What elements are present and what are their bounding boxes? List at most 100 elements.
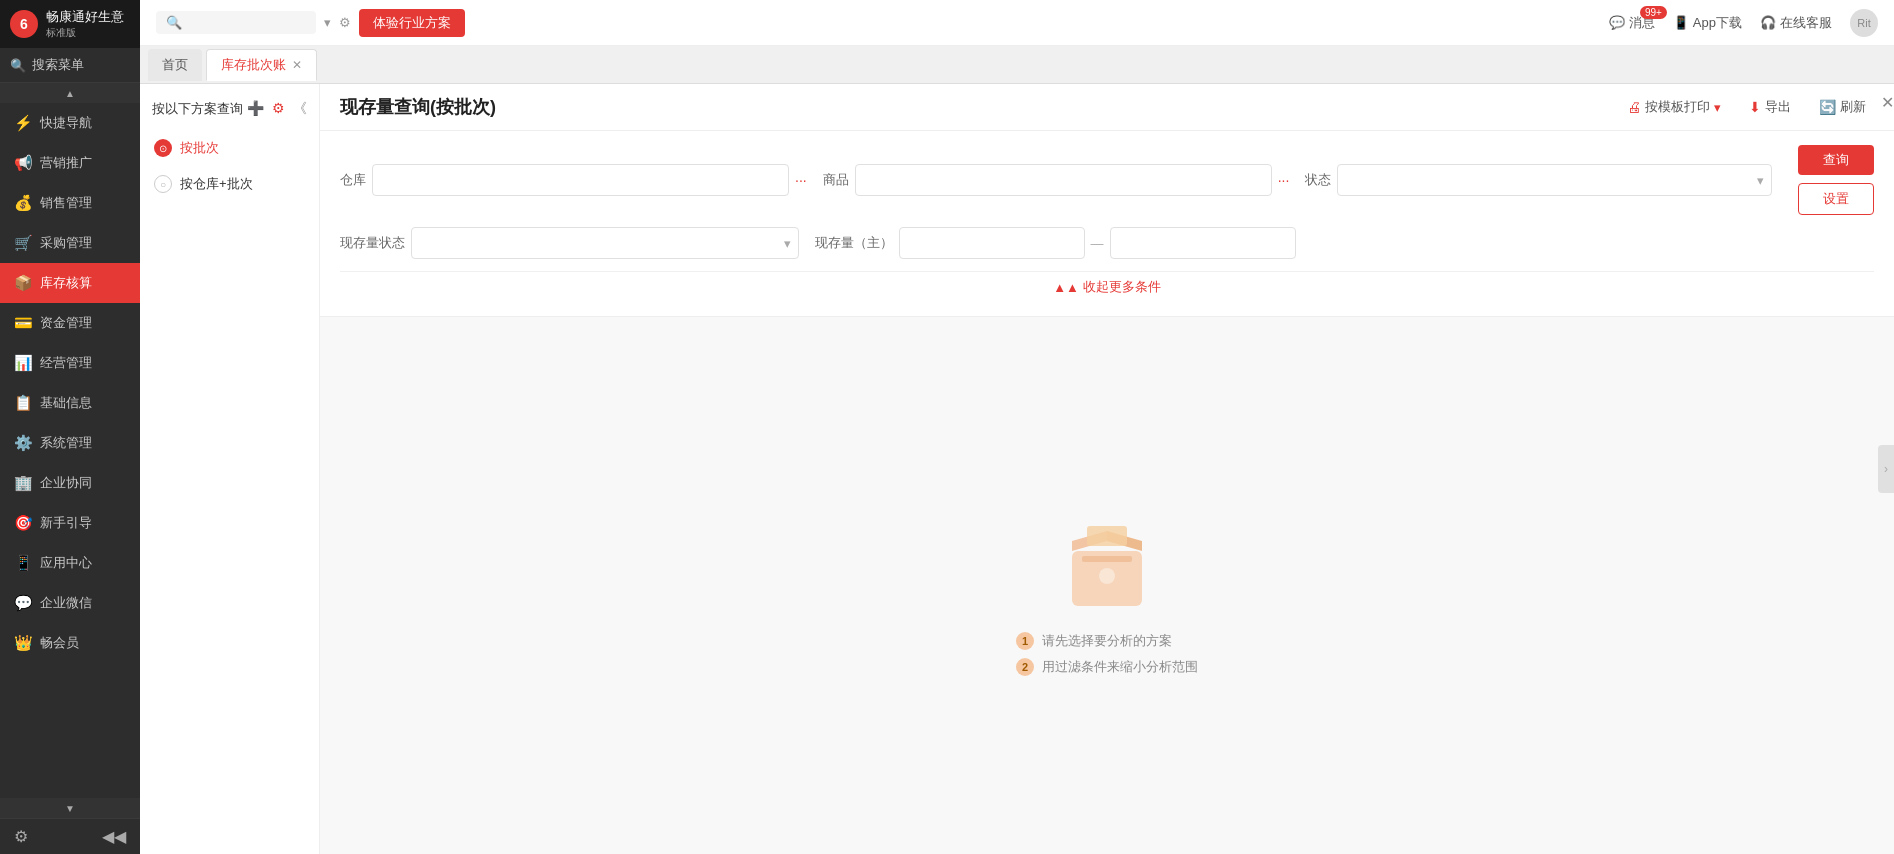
filter-row-2: 现存量状态 现存量（主） — bbox=[340, 227, 1874, 259]
footer-collapse-icon[interactable]: ◀◀ bbox=[102, 827, 126, 846]
app-name: 畅康通好生意 bbox=[46, 8, 124, 26]
nav-icon-system: ⚙️ bbox=[14, 434, 32, 452]
add-scheme-icon[interactable]: ➕ bbox=[247, 100, 264, 118]
sidebar-item-basic[interactable]: 📋 基础信息 bbox=[0, 383, 140, 423]
scheme-item-by-warehouse-batch[interactable]: ○ 按仓库+批次 bbox=[140, 166, 319, 202]
status-label: 状态 bbox=[1305, 171, 1331, 189]
svg-point-5 bbox=[1099, 568, 1115, 584]
collapse-panel-icon[interactable]: 《 bbox=[293, 100, 307, 118]
goods-input[interactable] bbox=[855, 164, 1272, 196]
tip-text-1: 请先选择要分析的方案 bbox=[1042, 632, 1172, 650]
sidebar-title-wrap: 畅康通好生意 标准版 bbox=[46, 8, 124, 40]
sidebar-logo: 6 bbox=[10, 10, 38, 38]
refresh-btn[interactable]: 🔄 刷新 bbox=[1811, 94, 1874, 120]
nav-icon-purchase: 🛒 bbox=[14, 234, 32, 252]
sidebar-item-operations[interactable]: 📊 经营管理 bbox=[0, 343, 140, 383]
sidebar-item-purchase[interactable]: 🛒 采购管理 bbox=[0, 223, 140, 263]
messages-item[interactable]: 💬 消息 99+ bbox=[1609, 14, 1655, 32]
page-close-btn[interactable]: ✕ bbox=[1881, 93, 1894, 112]
filter-area: 仓库 ··· 商品 ··· 状态 bbox=[320, 131, 1894, 317]
sidebar-search[interactable]: 🔍 搜索菜单 bbox=[0, 48, 140, 83]
nav-label-newcomer: 新手引导 bbox=[40, 514, 92, 532]
goods-dots[interactable]: ··· bbox=[1278, 172, 1290, 188]
topbar-settings-icon[interactable]: ⚙ bbox=[339, 15, 351, 30]
sidebar-scroll-down[interactable]: ▼ bbox=[0, 798, 140, 818]
left-panel-header: 按以下方案查询 ➕ ⚙ 《 bbox=[140, 94, 319, 124]
app-download-icon: 📱 bbox=[1673, 15, 1689, 30]
right-collapse-handle[interactable]: › bbox=[1878, 445, 1894, 493]
messages-badge: 99+ bbox=[1640, 6, 1667, 19]
app-download-item[interactable]: 📱 App下载 bbox=[1673, 14, 1742, 32]
collapse-more-btn[interactable]: ▲▲ 收起更多条件 bbox=[340, 271, 1874, 302]
page-content: 按以下方案查询 ➕ ⚙ 《 ⊙ 按批次 ○ 按仓库+批次 现存量查询(按批次) bbox=[140, 84, 1894, 854]
empty-icon bbox=[1047, 496, 1167, 616]
nav-icon-inventory: 📦 bbox=[14, 274, 32, 292]
nav-icon-marketing: 📢 bbox=[14, 154, 32, 172]
sidebar-item-marketing[interactable]: 📢 营销推广 bbox=[0, 143, 140, 183]
main-area: 🔍 ▾ ⚙ 体验行业方案 💬 消息 99+ 📱 App下载 🎧 在线客服 bbox=[140, 0, 1894, 854]
empty-state: 1 请先选择要分析的方案 2 用过滤条件来缩小分析范围 bbox=[320, 317, 1894, 854]
status-select[interactable] bbox=[1337, 164, 1772, 196]
sidebar-item-wechat[interactable]: 💬 企业微信 bbox=[0, 583, 140, 623]
export-btn[interactable]: ⬇ 导出 bbox=[1741, 94, 1799, 120]
print-dropdown-icon[interactable]: ▾ bbox=[1714, 100, 1721, 115]
nav-icon-basic: 📋 bbox=[14, 394, 32, 412]
sidebar-item-inventory[interactable]: 📦 库存核算 bbox=[0, 263, 140, 303]
user-name: Rit bbox=[1857, 17, 1870, 29]
query-button[interactable]: 查询 bbox=[1798, 145, 1874, 175]
refresh-label: 刷新 bbox=[1840, 98, 1866, 116]
tip-num-1: 1 bbox=[1016, 632, 1034, 650]
sidebar-scroll-up[interactable]: ▲ bbox=[0, 83, 140, 103]
topbar-search-box[interactable]: 🔍 bbox=[156, 11, 316, 34]
sidebar-item-system[interactable]: ⚙️ 系统管理 bbox=[0, 423, 140, 463]
messages-icon: 💬 bbox=[1609, 15, 1625, 30]
export-icon: ⬇ bbox=[1749, 99, 1761, 115]
topbar-dropdown-icon[interactable]: ▾ bbox=[324, 15, 331, 30]
nav-label-operations: 经营管理 bbox=[40, 354, 92, 372]
set-button[interactable]: 设置 bbox=[1798, 183, 1874, 215]
svg-rect-3 bbox=[1087, 526, 1127, 546]
stock-qty-to[interactable] bbox=[1110, 227, 1296, 259]
experience-button[interactable]: 体验行业方案 bbox=[359, 9, 465, 37]
filter-row-1: 仓库 ··· 商品 ··· 状态 bbox=[340, 145, 1874, 215]
sidebar-item-quick-nav[interactable]: ⚡ 快捷导航 bbox=[0, 103, 140, 143]
app-download-label: App下载 bbox=[1693, 14, 1742, 32]
search-icon: 🔍 bbox=[10, 58, 26, 73]
sidebar-item-app-center[interactable]: 📱 应用中心 bbox=[0, 543, 140, 583]
warehouse-field: 仓库 ··· bbox=[340, 164, 807, 196]
nav-icon-enterprise: 🏢 bbox=[14, 474, 32, 492]
print-btn[interactable]: 🖨 按模板打印 ▾ bbox=[1619, 94, 1729, 120]
warehouse-input[interactable] bbox=[372, 164, 789, 196]
scheme-item-by-batch[interactable]: ⊙ 按批次 bbox=[140, 130, 319, 166]
sidebar-item-member[interactable]: 👑 畅会员 bbox=[0, 623, 140, 663]
stock-qty-label: 现存量（主） bbox=[815, 234, 893, 252]
online-support-label: 在线客服 bbox=[1780, 14, 1832, 32]
sidebar-item-finance[interactable]: 💳 资金管理 bbox=[0, 303, 140, 343]
sidebar-item-sales[interactable]: 💰 销售管理 bbox=[0, 183, 140, 223]
footer-settings-icon[interactable]: ⚙ bbox=[14, 827, 28, 846]
nav-icon-wechat: 💬 bbox=[14, 594, 32, 612]
nav-label-quick-nav: 快捷导航 bbox=[40, 114, 92, 132]
print-label: 按模板打印 bbox=[1645, 98, 1710, 116]
nav-label-wechat: 企业微信 bbox=[40, 594, 92, 612]
tab-close-inventory-batch[interactable]: ✕ bbox=[292, 58, 302, 72]
sidebar-footer: ⚙ ◀◀ bbox=[0, 818, 140, 854]
tab-home[interactable]: 首页 bbox=[148, 49, 202, 81]
avatar: Rit bbox=[1850, 9, 1878, 37]
stock-status-select[interactable] bbox=[411, 227, 799, 259]
stock-qty-from[interactable] bbox=[899, 227, 1085, 259]
user-item[interactable]: Rit bbox=[1850, 9, 1878, 37]
sidebar-item-enterprise[interactable]: 🏢 企业协同 bbox=[0, 463, 140, 503]
tab-inventory-batch[interactable]: 库存批次账✕ bbox=[206, 49, 317, 81]
warehouse-dots[interactable]: ··· bbox=[795, 172, 807, 188]
scheme-settings-icon[interactable]: ⚙ bbox=[272, 100, 285, 118]
goods-field: 商品 ··· bbox=[823, 164, 1290, 196]
online-support-item[interactable]: 🎧 在线客服 bbox=[1760, 14, 1832, 32]
sidebar-item-newcomer[interactable]: 🎯 新手引导 bbox=[0, 503, 140, 543]
nav-icon-quick-nav: ⚡ bbox=[14, 114, 32, 132]
empty-tips: 1 请先选择要分析的方案 2 用过滤条件来缩小分析范围 bbox=[1016, 632, 1198, 676]
scheme-dot-active: ⊙ bbox=[154, 139, 172, 157]
stock-status-field: 现存量状态 bbox=[340, 227, 799, 259]
svg-rect-4 bbox=[1082, 556, 1132, 562]
scheme-dot-outline: ○ bbox=[154, 175, 172, 193]
